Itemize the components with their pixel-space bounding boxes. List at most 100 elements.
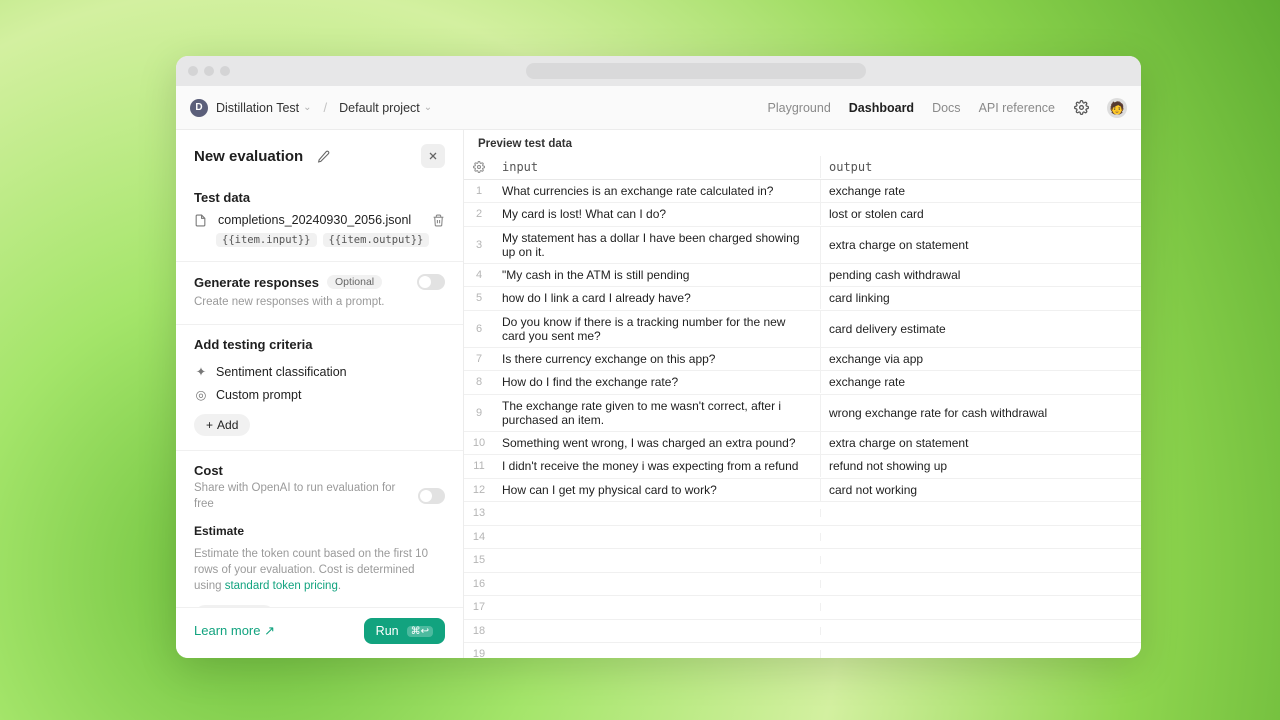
table-row[interactable]: 7Is there currency exchange on this app?… (464, 348, 1141, 372)
cell-input (494, 556, 821, 564)
window-min-dot[interactable] (204, 66, 214, 76)
table-row-empty[interactable]: 14 (464, 526, 1141, 550)
breadcrumb-org[interactable]: Distillation Test ⌄ (216, 101, 312, 115)
section-test-data: Test data completions_20240930_2056.json… (176, 178, 463, 262)
table-row-empty[interactable]: 16 (464, 573, 1141, 597)
cell-input (494, 580, 821, 588)
row-number: 12 (464, 484, 494, 496)
cell-output (821, 580, 1141, 588)
run-button[interactable]: Run ⌘↩ (364, 618, 445, 644)
row-number: 11 (464, 460, 494, 472)
table-row[interactable]: 9The exchange rate given to me wasn't co… (464, 395, 1141, 432)
cell-input: how do I link a card I already have? (494, 287, 821, 309)
table-row[interactable]: 11I didn't receive the money i was expec… (464, 455, 1141, 479)
sentiment-icon: ✦ (194, 364, 208, 379)
cell-input: My card is lost! What can I do? (494, 203, 821, 225)
cell-output: extra charge on statement (821, 234, 1141, 256)
cost-share-text: Share with OpenAI to run evaluation for … (194, 480, 410, 512)
cell-output: card not working (821, 479, 1141, 501)
chevron-updown-icon: ⌄ (303, 102, 311, 113)
cell-output: card linking (821, 287, 1141, 309)
run-shortcut: ⌘↩ (407, 626, 433, 637)
cell-output: exchange rate (821, 371, 1141, 393)
row-number: 13 (464, 507, 494, 519)
delete-file-button[interactable] (432, 214, 445, 227)
cell-input: Is there currency exchange on this app? (494, 348, 821, 370)
criteria-sentiment[interactable]: ✦ Sentiment classification (194, 360, 445, 383)
cell-output: extra charge on statement (821, 432, 1141, 454)
table-row[interactable]: 2My card is lost! What can I do?lost or … (464, 203, 1141, 227)
learn-more-link[interactable]: Learn more ↗ (194, 623, 275, 639)
org-badge[interactable]: D (190, 99, 208, 117)
cell-output (821, 603, 1141, 611)
token-input: {{item.input}} (216, 233, 317, 247)
table-row-empty[interactable]: 13 (464, 502, 1141, 526)
cell-output: card delivery estimate (821, 318, 1141, 340)
edit-title-button[interactable] (311, 144, 335, 168)
window-max-dot[interactable] (220, 66, 230, 76)
share-toggle[interactable] (418, 488, 445, 504)
cell-input (494, 533, 821, 541)
generate-label: Generate responses (194, 275, 319, 290)
table-row[interactable]: 12How can I get my physical card to work… (464, 479, 1141, 503)
row-number: 14 (464, 531, 494, 543)
breadcrumb-project[interactable]: Default project ⌄ (339, 101, 432, 115)
row-number: 7 (464, 353, 494, 365)
gear-icon[interactable] (1073, 100, 1089, 116)
chevron-updown-icon: ⌄ (424, 102, 432, 113)
row-number: 5 (464, 292, 494, 304)
add-criteria-button[interactable]: + Add (194, 414, 250, 436)
row-number: 18 (464, 625, 494, 637)
table-row[interactable]: 1What currencies is an exchange rate cal… (464, 180, 1141, 204)
cell-output (821, 650, 1141, 658)
cell-input (494, 650, 821, 658)
cell-input: My statement has a dollar I have been ch… (494, 227, 821, 263)
cell-output (821, 556, 1141, 564)
estimate-heading: Estimate (194, 524, 445, 538)
table-row[interactable]: 6Do you know if there is a tracking numb… (464, 311, 1141, 348)
avatar[interactable]: 🧑 (1107, 98, 1127, 118)
row-number: 4 (464, 269, 494, 281)
cell-input: What currencies is an exchange rate calc… (494, 180, 821, 202)
table-header-row: input output (464, 156, 1141, 180)
main-body: New evaluation Test data completions_ (176, 130, 1141, 658)
row-number: 6 (464, 323, 494, 335)
table-row[interactable]: 3My statement has a dollar I have been c… (464, 227, 1141, 264)
table-row[interactable]: 8How do I find the exchange rate?exchang… (464, 371, 1141, 395)
table-row[interactable]: 4"My cash in the ATM is still pendingpen… (464, 264, 1141, 288)
table-row-empty[interactable]: 18 (464, 620, 1141, 644)
optional-pill: Optional (327, 275, 382, 289)
left-panel: New evaluation Test data completions_ (176, 130, 464, 658)
generate-toggle[interactable] (417, 274, 445, 290)
row-number: 17 (464, 601, 494, 613)
nav-dashboard[interactable]: Dashboard (849, 101, 914, 115)
close-panel-button[interactable] (421, 144, 445, 168)
cell-output (821, 509, 1141, 517)
nav-api-reference[interactable]: API reference (979, 101, 1055, 115)
test-data-label: Test data (194, 190, 445, 205)
pricing-link[interactable]: standard token pricing (225, 580, 338, 592)
cost-label: Cost (194, 463, 223, 478)
section-generate: Generate responses Optional Create new r… (176, 262, 463, 325)
breadcrumb-project-label: Default project (339, 101, 420, 115)
col-header-output: output (821, 156, 1141, 178)
browser-urlbar[interactable] (526, 63, 866, 79)
section-criteria: Add testing criteria ✦ Sentiment classif… (176, 325, 463, 451)
run-label: Run (376, 624, 399, 638)
nav-playground[interactable]: Playground (768, 101, 831, 115)
preview-header: Preview test data (464, 130, 1141, 156)
table-row[interactable]: 10Something went wrong, I was charged an… (464, 432, 1141, 456)
cell-output: refund not showing up (821, 455, 1141, 477)
table-row[interactable]: 5how do I link a card I already have?car… (464, 287, 1141, 311)
window-close-dot[interactable] (188, 66, 198, 76)
nav-docs[interactable]: Docs (932, 101, 960, 115)
cell-output: wrong exchange rate for cash withdrawal (821, 402, 1141, 424)
table-row-empty[interactable]: 17 (464, 596, 1141, 620)
table-settings-button[interactable] (464, 161, 494, 173)
cell-input: How do I find the exchange rate? (494, 371, 821, 393)
cell-output: exchange via app (821, 348, 1141, 370)
table-row-empty[interactable]: 19 (464, 643, 1141, 658)
table-row-empty[interactable]: 15 (464, 549, 1141, 573)
criteria-label: Add testing criteria (194, 337, 445, 352)
criteria-custom[interactable]: ◎ Custom prompt (194, 383, 445, 406)
